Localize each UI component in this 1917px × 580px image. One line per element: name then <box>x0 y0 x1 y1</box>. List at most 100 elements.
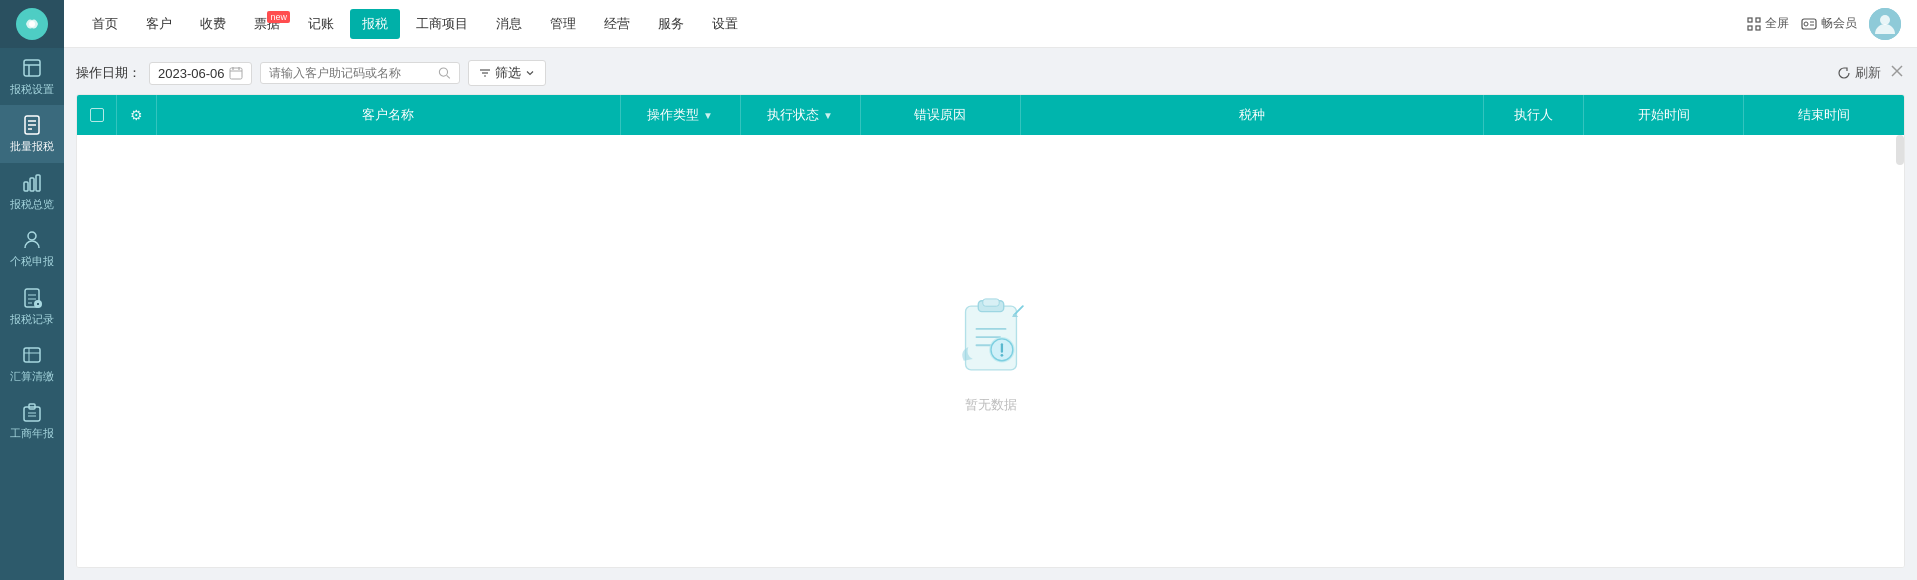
nav-piaoju[interactable]: 票据 new <box>242 9 292 39</box>
th-op-type[interactable]: 操作类型 ▼ <box>621 95 741 135</box>
sidebar-logo[interactable] <box>0 0 64 48</box>
svg-point-36 <box>1880 15 1890 25</box>
sidebar-item-label: 批量报税 <box>10 139 54 154</box>
sidebar: 报税设置 批量报税 报税总览 <box>0 0 64 580</box>
svg-rect-2 <box>24 60 40 76</box>
sidebar-item-label: 报税总览 <box>10 197 54 212</box>
close-icon <box>1889 63 1905 79</box>
sidebar-item-baoshui-jilu[interactable]: 报税记录 <box>0 278 64 335</box>
sidebar-item-huisuan-jiaona[interactable]: 汇算清缴 <box>0 335 64 392</box>
sort-icon: ▼ <box>823 110 833 121</box>
svg-rect-9 <box>24 182 28 191</box>
search-input-wrapper[interactable] <box>260 62 460 84</box>
svg-rect-37 <box>230 68 242 79</box>
th-error-reason: 错误原因 <box>861 95 1021 135</box>
search-input[interactable] <box>269 66 434 80</box>
topnav-right: 全屏 畅会员 <box>1747 8 1901 40</box>
toolbar: 操作日期： 2023-06-06 <box>76 60 1905 86</box>
filter-icon <box>479 67 491 79</box>
th-client-name: 客户名称 <box>157 95 621 135</box>
svg-rect-20 <box>24 348 40 362</box>
svg-point-57 <box>1000 354 1003 357</box>
nav-homepage[interactable]: 首页 <box>80 9 130 39</box>
nav-guanli[interactable]: 管理 <box>538 9 588 39</box>
settings-icon: ⚙ <box>130 107 143 123</box>
nav-gongshang-xiangmu[interactable]: 工商项目 <box>404 9 480 39</box>
empty-illustration <box>941 288 1041 388</box>
geshuishenbao-icon <box>20 228 44 252</box>
nav-items: 首页 客户 收费 票据 new 记账 报税 工商项目 消息 <box>80 9 1747 39</box>
user-avatar[interactable] <box>1869 8 1901 40</box>
scroll-track[interactable] <box>1896 135 1904 165</box>
avatar-icon <box>1869 8 1901 40</box>
th-start-time: 开始时间 <box>1584 95 1744 135</box>
baoshui-zongjian-icon <box>20 171 44 195</box>
refresh-button[interactable]: 刷新 <box>1837 64 1881 82</box>
svg-point-32 <box>1804 22 1808 26</box>
sidebar-item-label: 报税记录 <box>10 312 54 327</box>
gongshang-nianbao-icon <box>20 400 44 424</box>
member-icon <box>1801 16 1817 32</box>
main-area: 首页 客户 收费 票据 new 记账 报税 工商项目 消息 <box>64 0 1917 580</box>
th-executor: 执行人 <box>1484 95 1584 135</box>
header-checkbox[interactable] <box>90 108 104 122</box>
sidebar-item-piliang-baoshui[interactable]: 批量报税 <box>0 105 64 162</box>
sidebar-item-baoshui-shezhi[interactable]: 报税设置 <box>0 48 64 105</box>
nav-customer[interactable]: 客户 <box>134 9 184 39</box>
th-taxtype-label: 税种 <box>1239 106 1265 124</box>
sidebar-item-geshuishenbao[interactable]: 个税申报 <box>0 220 64 277</box>
sidebar-item-label: 个税申报 <box>10 254 54 269</box>
baoshui-shezhi-icon <box>20 56 44 80</box>
table-body: 暂无数据 <box>77 135 1904 567</box>
svg-rect-50 <box>982 299 998 306</box>
svg-point-41 <box>439 68 447 76</box>
svg-rect-30 <box>1756 26 1760 30</box>
piliang-baoshui-icon <box>20 113 44 137</box>
piaoju-badge: new <box>267 11 290 24</box>
svg-line-42 <box>446 75 449 78</box>
th-executor-label: 执行人 <box>1514 106 1553 124</box>
th-exec-status[interactable]: 执行状态 ▼ <box>741 95 861 135</box>
date-input[interactable]: 2023-06-06 <box>149 62 252 85</box>
th-client-label: 客户名称 <box>362 106 414 124</box>
svg-rect-10 <box>30 178 34 191</box>
empty-state: 暂无数据 <box>941 288 1041 414</box>
svg-rect-11 <box>36 175 40 191</box>
table-header: ⚙ 客户名称 操作类型 ▼ 执行状态 ▼ 错误原因 <box>77 95 1904 135</box>
sidebar-item-label: 工商年报 <box>10 426 54 441</box>
nav-shezhi[interactable]: 设置 <box>700 9 750 39</box>
refresh-icon <box>1837 66 1851 80</box>
th-end-time: 结束时间 <box>1744 95 1904 135</box>
huisuan-jiaona-icon <box>20 343 44 367</box>
chevron-down-icon <box>525 68 535 78</box>
date-value: 2023-06-06 <box>158 66 225 81</box>
th-settings[interactable]: ⚙ <box>117 95 157 135</box>
refresh-label: 刷新 <box>1855 64 1881 82</box>
filter-button[interactable]: 筛选 <box>468 60 546 86</box>
member-btn[interactable]: 畅会员 <box>1801 15 1857 32</box>
close-button[interactable] <box>1889 63 1905 84</box>
th-checkbox[interactable] <box>77 95 117 135</box>
sidebar-item-label: 汇算清缴 <box>10 369 54 384</box>
nav-baoshui[interactable]: 报税 <box>350 9 400 39</box>
sidebar-item-gongshang-nianbao[interactable]: 工商年报 <box>0 392 64 449</box>
nav-fuwu[interactable]: 服务 <box>646 9 696 39</box>
svg-point-12 <box>28 232 36 240</box>
nav-jizhang[interactable]: 记账 <box>296 9 346 39</box>
th-optype-label: 操作类型 <box>647 106 699 124</box>
sort-icon: ▼ <box>703 110 713 121</box>
fullscreen-btn[interactable]: 全屏 <box>1747 15 1789 32</box>
svg-rect-27 <box>1748 18 1752 22</box>
svg-rect-29 <box>1748 26 1752 30</box>
nav-shoufei[interactable]: 收费 <box>188 9 238 39</box>
svg-point-1 <box>29 21 35 27</box>
nav-jingying[interactable]: 经营 <box>592 9 642 39</box>
th-starttime-label: 开始时间 <box>1638 106 1690 124</box>
nav-xiaoxi[interactable]: 消息 <box>484 9 534 39</box>
sidebar-item-baoshui-zongjian[interactable]: 报税总览 <box>0 163 64 220</box>
logo-icon <box>16 8 48 40</box>
table-container: ⚙ 客户名称 操作类型 ▼ 执行状态 ▼ 错误原因 <box>76 94 1905 568</box>
th-tax-type: 税种 <box>1021 95 1485 135</box>
fullscreen-icon <box>1747 17 1761 31</box>
toolbar-right: 刷新 <box>1837 63 1905 84</box>
